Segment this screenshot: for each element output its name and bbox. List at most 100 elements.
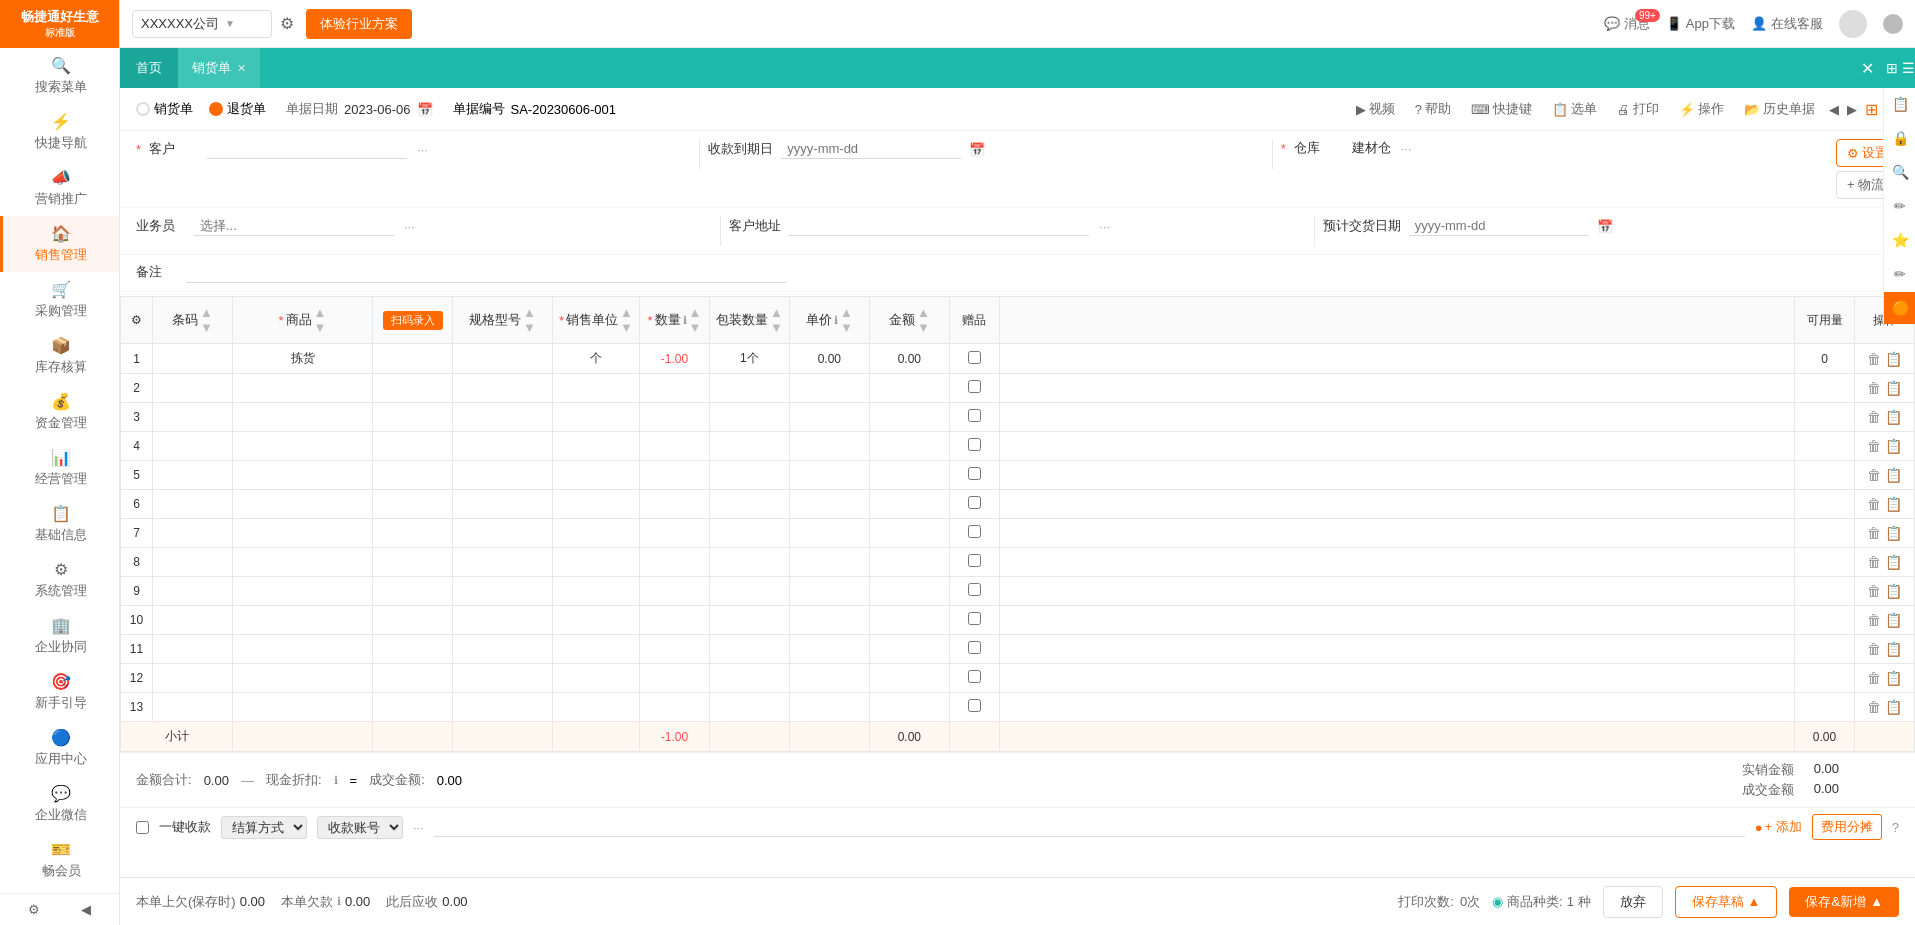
row-barcode-11[interactable] — [153, 635, 233, 664]
row-price-10[interactable] — [789, 606, 869, 635]
row-qty-4[interactable] — [639, 432, 709, 461]
row-qty-10[interactable] — [639, 606, 709, 635]
shortcut-btn[interactable]: ⌨ 快捷键 — [1465, 98, 1538, 120]
row-product-4[interactable] — [233, 432, 373, 461]
right-panel-edit-icon[interactable]: ✏ — [1884, 190, 1915, 222]
row-price-7[interactable] — [789, 519, 869, 548]
row-price-4[interactable] — [789, 432, 869, 461]
gift-checkbox-4[interactable] — [968, 438, 981, 451]
row-qty-3[interactable] — [639, 403, 709, 432]
right-panel-star-icon[interactable]: ⭐ — [1884, 224, 1915, 256]
copy-row-12-icon[interactable]: 📋 — [1885, 670, 1902, 686]
row-price-6[interactable] — [789, 490, 869, 519]
row-unit-11[interactable] — [553, 635, 640, 664]
row-spec-8[interactable] — [453, 548, 553, 577]
copy-row-7-icon[interactable]: 📋 — [1885, 525, 1902, 541]
row-spec-3[interactable] — [453, 403, 553, 432]
row-barcode-3[interactable] — [153, 403, 233, 432]
copy-row-4-icon[interactable]: 📋 — [1885, 438, 1902, 454]
this-order-due-info-icon[interactable]: ℹ — [337, 895, 341, 908]
customer-addr-more-icon[interactable]: ··· — [1099, 219, 1110, 234]
delete-row-11-icon[interactable]: 🗑 — [1867, 641, 1881, 657]
copy-row-3-icon[interactable]: 📋 — [1885, 409, 1902, 425]
delete-row-3-icon[interactable]: 🗑 — [1867, 409, 1881, 425]
row-gift-13[interactable] — [949, 693, 999, 722]
tab-close-icon[interactable]: ✕ — [237, 62, 246, 75]
row-product-11[interactable] — [233, 635, 373, 664]
tab-sales-order[interactable]: 销货单 ✕ — [178, 48, 260, 88]
row-qty-11[interactable] — [639, 635, 709, 664]
row-spec-4[interactable] — [453, 432, 553, 461]
row-unit-7[interactable] — [553, 519, 640, 548]
row-gift-7[interactable] — [949, 519, 999, 548]
copy-row-2-icon[interactable]: 📋 — [1885, 380, 1902, 396]
collapse-icon[interactable]: ◀ — [81, 902, 91, 917]
row-gift-2[interactable] — [949, 374, 999, 403]
row-price-3[interactable] — [789, 403, 869, 432]
gift-checkbox-2[interactable] — [968, 380, 981, 393]
row-gift-6[interactable] — [949, 490, 999, 519]
payment-amount-input[interactable] — [434, 817, 1745, 837]
row-spec-5[interactable] — [453, 461, 553, 490]
row-price-8[interactable] — [789, 548, 869, 577]
sidebar-item-quick-nav[interactable]: ⚡ 快捷导航 — [0, 104, 119, 160]
app-download-button[interactable]: 📱 App下载 — [1666, 15, 1735, 33]
copy-row-9-icon[interactable]: 📋 — [1885, 583, 1902, 599]
row-unit-6[interactable] — [553, 490, 640, 519]
row-unit-4[interactable] — [553, 432, 640, 461]
close-all-tabs-icon[interactable]: ✕ — [1861, 59, 1874, 78]
row-product-12[interactable] — [233, 664, 373, 693]
one-click-payment-checkbox[interactable] — [136, 821, 149, 834]
col-header-scan[interactable]: 扫码录入 — [373, 297, 453, 344]
delete-row-12-icon[interactable]: 🗑 — [1867, 670, 1881, 686]
customer-addr-input[interactable] — [789, 216, 1089, 236]
row-qty-9[interactable] — [639, 577, 709, 606]
save-new-button[interactable]: 保存&新增 ▲ — [1789, 887, 1899, 917]
sidebar-item-enterprise[interactable]: 🏢 企业协同 — [0, 608, 119, 664]
row-qty-7[interactable] — [639, 519, 709, 548]
row-price-12[interactable] — [789, 664, 869, 693]
delete-row-10-icon[interactable]: 🗑 — [1867, 612, 1881, 628]
row-gift-11[interactable] — [949, 635, 999, 664]
row-price-1[interactable]: 0.00 — [789, 344, 869, 374]
delete-row-6-icon[interactable]: 🗑 — [1867, 496, 1881, 512]
customer-more-icon[interactable]: ··· — [417, 142, 428, 157]
salesperson-input[interactable] — [194, 216, 394, 236]
row-spec-7[interactable] — [453, 519, 553, 548]
fee-split-help-icon[interactable]: ? — [1892, 820, 1899, 835]
row-unit-12[interactable] — [553, 664, 640, 693]
row-unit-2[interactable] — [553, 374, 640, 403]
settings-icon[interactable]: ⚙ — [280, 14, 294, 33]
row-barcode-4[interactable] — [153, 432, 233, 461]
copy-row-13-icon[interactable]: 📋 — [1885, 699, 1902, 715]
row-product-10[interactable] — [233, 606, 373, 635]
sidebar-item-guide[interactable]: 🎯 新手引导 — [0, 664, 119, 720]
row-barcode-6[interactable] — [153, 490, 233, 519]
row-unit-10[interactable] — [553, 606, 640, 635]
right-panel-clipboard-icon[interactable]: 📋 — [1884, 88, 1915, 120]
row-barcode-13[interactable] — [153, 693, 233, 722]
fee-split-button[interactable]: 费用分摊 — [1812, 814, 1882, 840]
sidebar-item-purchase[interactable]: 🛒 采购管理 — [0, 272, 119, 328]
row-barcode-2[interactable] — [153, 374, 233, 403]
row-qty-5[interactable] — [639, 461, 709, 490]
delete-row-13-icon[interactable]: 🗑 — [1867, 699, 1881, 715]
due-date-input[interactable] — [781, 139, 961, 159]
row-product-5[interactable] — [233, 461, 373, 490]
grid-view-icon[interactable]: ⊞ — [1865, 100, 1878, 119]
row-spec-10[interactable] — [453, 606, 553, 635]
tab-home[interactable]: 首页 — [120, 48, 178, 88]
trial-button[interactable]: 体验行业方案 — [306, 9, 412, 39]
row-qty-8[interactable] — [639, 548, 709, 577]
warehouse-more-icon[interactable]: ··· — [1401, 141, 1412, 156]
actions-btn[interactable]: ⚡ 操作 — [1673, 98, 1730, 120]
row-spec-6[interactable] — [453, 490, 553, 519]
select-btn[interactable]: 📋 选单 — [1546, 98, 1603, 120]
salesperson-more-icon[interactable]: ··· — [404, 219, 415, 234]
row-unit-5[interactable] — [553, 461, 640, 490]
row-barcode-1[interactable] — [153, 344, 233, 374]
gift-checkbox-1[interactable] — [968, 351, 981, 364]
gift-checkbox-3[interactable] — [968, 409, 981, 422]
sidebar-item-basic-info[interactable]: 📋 基础信息 — [0, 496, 119, 552]
row-barcode-9[interactable] — [153, 577, 233, 606]
